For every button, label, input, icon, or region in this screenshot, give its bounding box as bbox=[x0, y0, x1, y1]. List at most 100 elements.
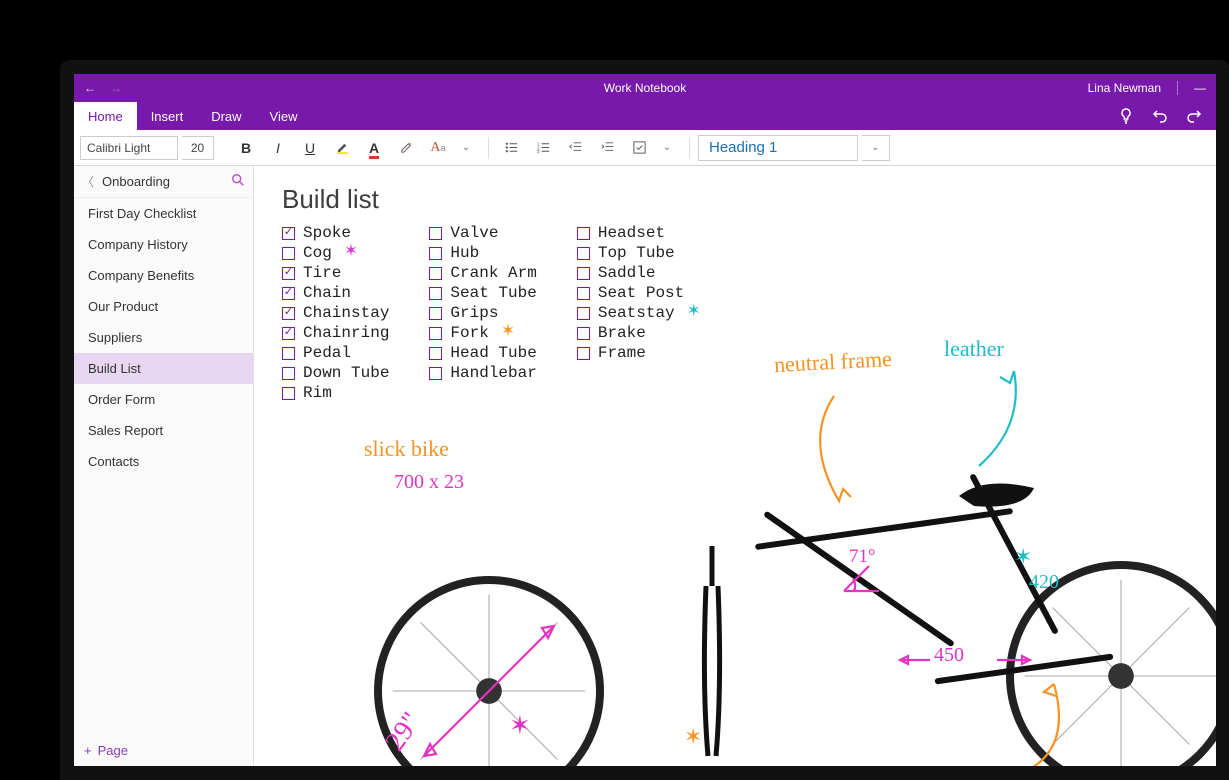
pink-star-icon: ✶ bbox=[509, 711, 531, 741]
checkbox-icon[interactable] bbox=[282, 227, 295, 240]
angle-mark-icon bbox=[839, 561, 889, 601]
checklist-label: Fork bbox=[450, 323, 488, 343]
separator bbox=[689, 137, 690, 159]
font-size-select[interactable]: 20 bbox=[182, 136, 214, 160]
plus-icon: + bbox=[84, 743, 92, 758]
undo-icon[interactable] bbox=[1152, 108, 1168, 124]
sidebar-page-item[interactable]: Suppliers bbox=[74, 322, 253, 353]
clear-format-button[interactable] bbox=[392, 134, 420, 162]
checkbox-icon[interactable] bbox=[282, 367, 295, 380]
checklist-item[interactable]: Hub bbox=[429, 243, 536, 263]
checklist-label: Brake bbox=[598, 323, 646, 343]
bold-button[interactable]: B bbox=[232, 134, 260, 162]
nav-back-icon[interactable]: ← bbox=[84, 81, 96, 95]
checkbox-icon[interactable] bbox=[429, 227, 442, 240]
checklist-item[interactable]: Crank Arm bbox=[429, 263, 536, 283]
user-name[interactable]: Lina Newman bbox=[1088, 81, 1161, 95]
checkbox-icon[interactable] bbox=[282, 327, 295, 340]
frame-annotation-arrow bbox=[794, 391, 884, 511]
svg-text:3: 3 bbox=[536, 149, 539, 154]
para-dropdown-icon[interactable]: ⌄ bbox=[653, 134, 681, 162]
checkbox-icon[interactable] bbox=[282, 347, 295, 360]
redo-icon[interactable] bbox=[1186, 108, 1202, 124]
separator bbox=[1177, 81, 1178, 95]
bullet-list-button[interactable] bbox=[497, 134, 525, 162]
checkbox-icon[interactable] bbox=[282, 247, 295, 260]
checklist-item[interactable]: Top Tube bbox=[577, 243, 701, 263]
checklist-label: Spoke bbox=[303, 223, 351, 243]
todo-tag-button[interactable] bbox=[625, 134, 653, 162]
font-color-button[interactable]: A bbox=[360, 134, 388, 162]
checkbox-icon[interactable] bbox=[577, 287, 590, 300]
checklist-label: Grips bbox=[450, 303, 498, 323]
tab-draw[interactable]: Draw bbox=[197, 102, 255, 130]
checkbox-icon[interactable] bbox=[282, 287, 295, 300]
checklist-item[interactable]: Chain bbox=[282, 283, 389, 303]
section-title[interactable]: Onboarding bbox=[102, 174, 223, 189]
checkbox-icon[interactable] bbox=[429, 247, 442, 260]
outdent-button[interactable] bbox=[561, 134, 589, 162]
indent-button[interactable] bbox=[593, 134, 621, 162]
tab-view[interactable]: View bbox=[256, 102, 312, 130]
font-name-select[interactable]: Calibri Light bbox=[80, 136, 178, 160]
lightbulb-icon[interactable] bbox=[1118, 108, 1134, 124]
checklist-item[interactable]: Seat Tube bbox=[429, 283, 536, 303]
checklist-item[interactable]: Chainstay bbox=[282, 303, 389, 323]
checkbox-icon[interactable] bbox=[577, 227, 590, 240]
note-title[interactable]: Build list bbox=[282, 184, 1188, 215]
sidebar-page-item[interactable]: Our Product bbox=[74, 291, 253, 322]
checkbox-icon[interactable] bbox=[429, 327, 442, 340]
checklist-item[interactable]: Seatstay✶ bbox=[577, 303, 701, 323]
checkbox-icon[interactable] bbox=[282, 387, 295, 400]
add-page-button[interactable]: + Page bbox=[84, 743, 128, 758]
underline-button[interactable]: U bbox=[296, 134, 324, 162]
checklist-item[interactable]: Brake bbox=[577, 323, 701, 343]
highlight-button[interactable] bbox=[328, 134, 356, 162]
checkbox-icon[interactable] bbox=[577, 307, 590, 320]
sidebar-page-item[interactable]: Build List bbox=[74, 353, 253, 384]
note-canvas[interactable]: Build list SpokeCog✶TireChainChainstayCh… bbox=[254, 166, 1216, 766]
tab-insert[interactable]: Insert bbox=[137, 102, 198, 130]
checkbox-icon[interactable] bbox=[577, 327, 590, 340]
font-dropdown-icon[interactable]: ⌄ bbox=[452, 134, 480, 162]
checkbox-icon[interactable] bbox=[429, 287, 442, 300]
sidebar-page-item[interactable]: Company Benefits bbox=[74, 260, 253, 291]
nav-forward-icon[interactable]: → bbox=[110, 81, 122, 95]
checkbox-icon[interactable] bbox=[282, 267, 295, 280]
minimize-button[interactable]: — bbox=[1194, 83, 1206, 93]
checklist-item[interactable]: Spoke bbox=[282, 223, 389, 243]
italic-button[interactable]: I bbox=[264, 134, 292, 162]
section-back-icon[interactable]: 〈 bbox=[82, 173, 94, 190]
checkbox-icon[interactable] bbox=[577, 267, 590, 280]
checklist-item[interactable]: Saddle bbox=[577, 263, 701, 283]
checkbox-icon[interactable] bbox=[577, 247, 590, 260]
checklist-item[interactable]: Grips bbox=[429, 303, 536, 323]
checklist-item[interactable]: Headset bbox=[577, 223, 701, 243]
sidebar-page-item[interactable]: Sales Report bbox=[74, 415, 253, 446]
number-list-button[interactable]: 123 bbox=[529, 134, 557, 162]
teal-star-icon: ✶ bbox=[1014, 544, 1032, 570]
sidebar-page-item[interactable]: Order Form bbox=[74, 384, 253, 415]
checkbox-icon[interactable] bbox=[429, 307, 442, 320]
checklist-label: Headset bbox=[598, 223, 665, 243]
checklist-item[interactable]: Valve bbox=[429, 223, 536, 243]
checkbox-icon[interactable] bbox=[282, 307, 295, 320]
checklist-item[interactable]: Cog✶ bbox=[282, 243, 389, 263]
notebook-title: Work Notebook bbox=[74, 81, 1216, 95]
format-painter-button[interactable]: Aa bbox=[424, 134, 452, 162]
checklist-item[interactable]: Fork✶ bbox=[429, 323, 536, 343]
checklist-item[interactable]: Chainring bbox=[282, 323, 389, 343]
style-dropdown-icon[interactable]: ⌄ bbox=[862, 135, 890, 161]
checklist-label: Chain bbox=[303, 283, 351, 303]
sidebar-page-item[interactable]: Company History bbox=[74, 229, 253, 260]
checklist-item[interactable]: Seat Post bbox=[577, 283, 701, 303]
checklist-item[interactable]: Tire bbox=[282, 263, 389, 283]
style-select[interactable]: Heading 1 bbox=[698, 135, 858, 161]
checklist-label: Valve bbox=[450, 223, 498, 243]
search-icon[interactable] bbox=[231, 173, 245, 190]
checkbox-icon[interactable] bbox=[429, 267, 442, 280]
sidebar-page-item[interactable]: First Day Checklist bbox=[74, 198, 253, 229]
sidebar-page-item[interactable]: Contacts bbox=[74, 446, 253, 477]
checklist-label: Hub bbox=[450, 243, 479, 263]
tab-home[interactable]: Home bbox=[74, 102, 137, 130]
